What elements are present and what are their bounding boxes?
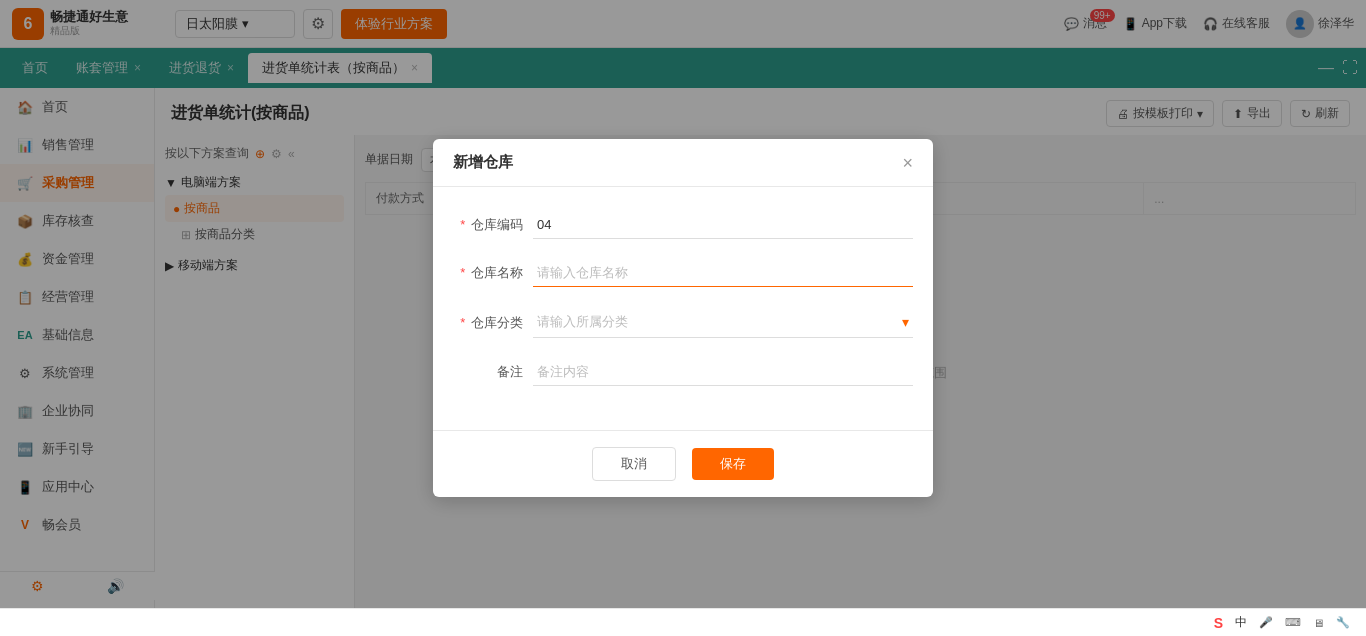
category-required-mark: * <box>460 315 465 330</box>
category-placeholder: 请输入所属分类 <box>537 313 628 331</box>
form-row-name: * 仓库名称 <box>453 259 913 287</box>
name-input[interactable] <box>533 259 913 287</box>
name-label-text: 仓库名称 <box>471 265 523 280</box>
remark-label: 备注 <box>453 363 533 381</box>
dialog-title: 新增仓库 <box>453 153 513 172</box>
bottom-icon-zh: 中 <box>1235 614 1247 631</box>
category-dropdown-icon: ▾ <box>902 314 909 330</box>
form-row-remark: 备注 <box>453 358 913 386</box>
form-row-category: * 仓库分类 请输入所属分类 ▾ <box>453 307 913 338</box>
category-select[interactable]: 请输入所属分类 ▾ <box>533 307 913 338</box>
modal-overlay: 新增仓库 × * 仓库编码 * 仓库名称 <box>0 0 1366 636</box>
code-input[interactable] <box>533 211 913 239</box>
code-label-text: 仓库编码 <box>471 217 523 232</box>
code-label: * 仓库编码 <box>453 216 533 234</box>
form-row-code: * 仓库编码 <box>453 211 913 239</box>
dialog-header: 新增仓库 × <box>433 139 933 187</box>
name-label: * 仓库名称 <box>453 264 533 282</box>
dialog-footer: 取消 保存 <box>433 430 933 497</box>
save-button[interactable]: 保存 <box>692 448 774 480</box>
category-label: * 仓库分类 <box>453 314 533 332</box>
dialog-close-button[interactable]: × <box>902 154 913 172</box>
name-required-mark: * <box>460 265 465 280</box>
bottom-icon-tool[interactable]: 🔧 <box>1336 616 1350 629</box>
add-warehouse-dialog: 新增仓库 × * 仓库编码 * 仓库名称 <box>433 139 933 497</box>
category-label-text: 仓库分类 <box>471 315 523 330</box>
bottom-icon-s: S <box>1214 615 1223 631</box>
bottom-icon-monitor[interactable]: 🖥 <box>1313 617 1324 629</box>
remark-label-text: 备注 <box>497 364 523 379</box>
remark-input[interactable] <box>533 358 913 386</box>
dialog-body: * 仓库编码 * 仓库名称 * 仓库分类 请输入所属 <box>433 187 933 430</box>
global-bottom-bar: S 中 🎤 ⌨ 🖥 🔧 <box>0 608 1366 636</box>
cancel-button[interactable]: 取消 <box>592 447 676 481</box>
bottom-icon-keyboard[interactable]: ⌨ <box>1285 616 1301 629</box>
bottom-icon-mic[interactable]: 🎤 <box>1259 616 1273 629</box>
code-required-mark: * <box>460 217 465 232</box>
